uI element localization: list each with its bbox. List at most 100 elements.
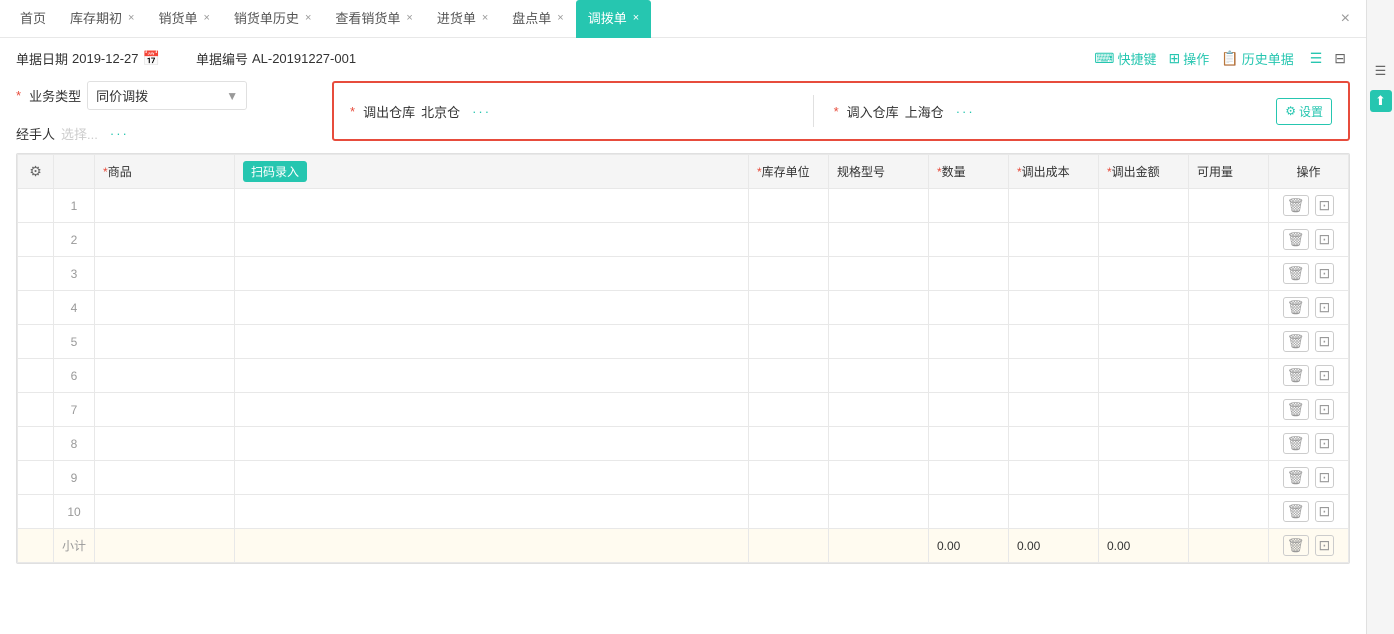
delete-icon[interactable]: 🗑 xyxy=(1283,501,1309,522)
copy-icon[interactable]: ⊡ xyxy=(1315,365,1335,386)
delete-icon[interactable]: 🗑 xyxy=(1283,535,1309,556)
row-product-cell[interactable] xyxy=(95,257,235,291)
row-product-cell[interactable] xyxy=(95,291,235,325)
sidebar-export-icon[interactable]: ⬆ xyxy=(1370,90,1392,112)
row-amount-cell[interactable] xyxy=(1099,495,1189,529)
row-qty-cell[interactable] xyxy=(929,325,1009,359)
row-unit-cell[interactable] xyxy=(749,257,829,291)
row-unit-cell[interactable] xyxy=(749,291,829,325)
tab-inventory-close[interactable]: × xyxy=(557,12,563,24)
row-amount-cell[interactable] xyxy=(1099,257,1189,291)
copy-icon[interactable]: ⊡ xyxy=(1315,399,1335,420)
row-unit-cell[interactable] xyxy=(749,325,829,359)
settings-gear-icon[interactable]: ⚙ xyxy=(29,163,42,179)
row-qty-cell[interactable] xyxy=(929,495,1009,529)
row-product-cell[interactable] xyxy=(95,189,235,223)
row-cost-cell[interactable] xyxy=(1009,495,1099,529)
row-product-cell[interactable] xyxy=(95,393,235,427)
calendar-icon[interactable]: 📅 xyxy=(143,50,160,67)
copy-icon[interactable]: ⊡ xyxy=(1315,433,1335,454)
layout-list-icon[interactable]: ☰ xyxy=(1306,48,1327,69)
operator-dots[interactable]: ··· xyxy=(110,126,129,141)
row-cost-cell[interactable] xyxy=(1009,291,1099,325)
row-spec-cell[interactable] xyxy=(829,495,929,529)
row-spec-cell[interactable] xyxy=(829,257,929,291)
row-cost-cell[interactable] xyxy=(1009,393,1099,427)
copy-icon[interactable]: ⊡ xyxy=(1315,535,1335,556)
copy-icon[interactable]: ⊡ xyxy=(1315,331,1335,352)
row-product-cell[interactable] xyxy=(95,325,235,359)
sidebar-list-icon[interactable]: ☰ xyxy=(1370,60,1392,82)
delete-icon[interactable]: 🗑 xyxy=(1283,365,1309,386)
copy-icon[interactable]: ⊡ xyxy=(1315,195,1335,216)
tab-view-sales-close[interactable]: × xyxy=(406,12,412,24)
delete-icon[interactable]: 🗑 xyxy=(1283,229,1309,250)
row-spec-cell[interactable] xyxy=(829,427,929,461)
tab-inventory[interactable]: 盘点单 × xyxy=(500,0,575,38)
row-cost-cell[interactable] xyxy=(1009,427,1099,461)
layout-grid-icon[interactable]: ⊟ xyxy=(1330,48,1350,69)
tab-purchase[interactable]: 进货单 × xyxy=(425,0,500,38)
row-qty-cell[interactable] xyxy=(929,359,1009,393)
row-spec-cell[interactable] xyxy=(829,461,929,495)
tab-home[interactable]: 首页 xyxy=(8,0,58,38)
row-spec-cell[interactable] xyxy=(829,393,929,427)
tab-transfer[interactable]: 调拨单 × xyxy=(576,0,651,38)
row-cost-cell[interactable] xyxy=(1009,189,1099,223)
row-unit-cell[interactable] xyxy=(749,393,829,427)
tab-inventory-init-close[interactable]: × xyxy=(128,12,134,24)
row-qty-cell[interactable] xyxy=(929,393,1009,427)
row-qty-cell[interactable] xyxy=(929,461,1009,495)
row-unit-cell[interactable] xyxy=(749,359,829,393)
copy-icon[interactable]: ⊡ xyxy=(1315,501,1335,522)
row-unit-cell[interactable] xyxy=(749,495,829,529)
history-button[interactable]: 📋 历史单据 xyxy=(1221,49,1293,68)
tab-view-sales[interactable]: 查看销货单 × xyxy=(323,0,424,38)
shortcut-button[interactable]: ⌨ 快捷键 xyxy=(1094,49,1156,68)
row-amount-cell[interactable] xyxy=(1099,393,1189,427)
delete-icon[interactable]: 🗑 xyxy=(1283,263,1309,284)
row-product-cell[interactable] xyxy=(95,223,235,257)
copy-icon[interactable]: ⊡ xyxy=(1315,229,1335,250)
row-qty-cell[interactable] xyxy=(929,291,1009,325)
operation-button[interactable]: ⊞ 操作 xyxy=(1169,49,1210,68)
row-amount-cell[interactable] xyxy=(1099,325,1189,359)
tab-sales-order-close[interactable]: × xyxy=(203,12,209,24)
row-unit-cell[interactable] xyxy=(749,189,829,223)
tab-sales-history-close[interactable]: × xyxy=(305,12,311,24)
delete-icon[interactable]: 🗑 xyxy=(1283,195,1309,216)
delete-icon[interactable]: 🗑 xyxy=(1283,331,1309,352)
row-product-cell[interactable] xyxy=(95,359,235,393)
delete-icon[interactable]: 🗑 xyxy=(1283,399,1309,420)
business-type-select[interactable]: 同价调拨 ▼ xyxy=(87,81,247,110)
row-cost-cell[interactable] xyxy=(1009,325,1099,359)
delete-icon[interactable]: 🗑 xyxy=(1283,297,1309,318)
row-qty-cell[interactable] xyxy=(929,189,1009,223)
scan-button[interactable]: 扫码录入 xyxy=(243,161,307,182)
row-qty-cell[interactable] xyxy=(929,427,1009,461)
row-unit-cell[interactable] xyxy=(749,427,829,461)
row-cost-cell[interactable] xyxy=(1009,359,1099,393)
row-cost-cell[interactable] xyxy=(1009,223,1099,257)
row-spec-cell[interactable] xyxy=(829,223,929,257)
copy-icon[interactable]: ⊡ xyxy=(1315,263,1335,284)
tab-sales-order[interactable]: 销货单 × xyxy=(146,0,221,38)
col-gear-header[interactable]: ⚙ xyxy=(18,155,54,189)
row-amount-cell[interactable] xyxy=(1099,291,1189,325)
delete-icon[interactable]: 🗑 xyxy=(1283,433,1309,454)
row-product-cell[interactable] xyxy=(95,427,235,461)
copy-icon[interactable]: ⊡ xyxy=(1315,297,1335,318)
copy-icon[interactable]: ⊡ xyxy=(1315,467,1335,488)
tab-purchase-close[interactable]: × xyxy=(482,12,488,24)
tab-bar-close-all[interactable]: × xyxy=(1333,10,1358,28)
row-amount-cell[interactable] xyxy=(1099,359,1189,393)
row-spec-cell[interactable] xyxy=(829,291,929,325)
row-unit-cell[interactable] xyxy=(749,223,829,257)
row-spec-cell[interactable] xyxy=(829,325,929,359)
in-warehouse-dots[interactable]: ··· xyxy=(956,104,975,119)
row-qty-cell[interactable] xyxy=(929,223,1009,257)
row-amount-cell[interactable] xyxy=(1099,189,1189,223)
tab-inventory-init[interactable]: 库存期初 × xyxy=(58,0,146,38)
row-amount-cell[interactable] xyxy=(1099,461,1189,495)
settings-button[interactable]: ⚙ 设置 xyxy=(1276,98,1332,125)
